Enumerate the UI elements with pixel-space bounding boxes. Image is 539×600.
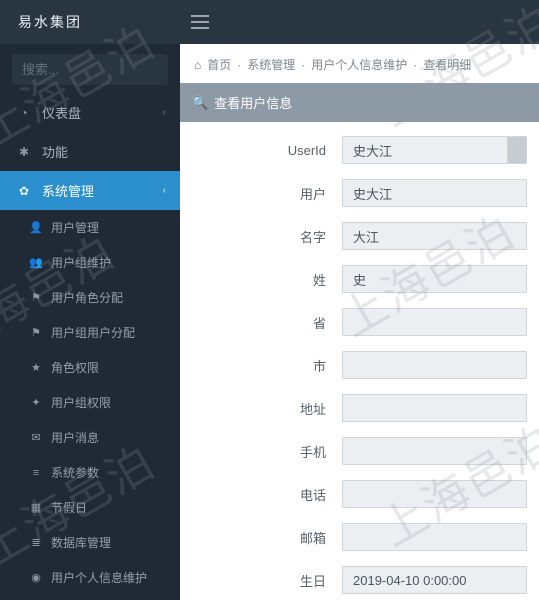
flag-icon: ⚑ (28, 291, 44, 304)
envelope-icon: ✉ (28, 431, 44, 444)
sidebar-sub-group-user[interactable]: ⚑ 用户组用户分配 (8, 315, 180, 350)
sidebar-item-label: 用户角色分配 (51, 289, 123, 306)
database-icon: ≣ (28, 536, 44, 549)
input-surname[interactable] (342, 265, 527, 293)
sidebar-item-label: 角色权限 (51, 359, 99, 376)
users-icon: 👥 (28, 256, 44, 269)
menu-toggle-icon[interactable] (180, 15, 220, 29)
shield-icon: ★ (28, 361, 44, 374)
label-address: 地址 (192, 399, 342, 418)
sidebar-item-label: 仪表盘 (42, 103, 81, 122)
sidebar-item-label: 用户组维护 (51, 254, 111, 271)
sidebar-sub-group-maint[interactable]: 👥 用户组维护 (8, 245, 180, 280)
sidebar-item-label: 节假日 (51, 499, 87, 516)
label-mobile: 手机 (192, 442, 342, 461)
sidebar-item-label: 用户组用户分配 (51, 324, 135, 341)
gear-icon: ✱ (14, 145, 34, 159)
sidebar-sub-group-perm[interactable]: ✦ 用户组权限 (8, 385, 180, 420)
sidebar-sub-sys-param[interactable]: ≡ 系统参数 (8, 455, 180, 490)
label-surname: 姓 (192, 270, 342, 289)
sidebar-item-label: 用户组权限 (51, 394, 111, 411)
input-address[interactable] (342, 394, 527, 422)
user-icon: 👤 (28, 221, 44, 234)
input-birthday[interactable] (342, 566, 527, 594)
label-email: 邮箱 (192, 528, 342, 547)
home-icon: ⌂ (194, 58, 201, 72)
flag-icon: ⚑ (28, 326, 44, 339)
sidebar-item-features[interactable]: ✱ 功能 (0, 132, 180, 171)
sidebar-sub-help[interactable]: ?帮助 (8, 595, 180, 600)
panel-header: 🔍 查看用户信息 (180, 83, 539, 122)
sidebar-item-label: 功能 (42, 142, 68, 161)
label-user: 用户 (192, 184, 342, 203)
input-mobile[interactable] (342, 437, 527, 465)
input-province[interactable] (342, 308, 527, 336)
sidebar-item-dashboard[interactable]: ◔ 仪表盘 ‹ (0, 93, 180, 132)
sidebar-item-label: 系统参数 (51, 464, 99, 481)
breadcrumb-link[interactable]: 系统管理 (247, 56, 295, 73)
breadcrumb-link[interactable]: 用户个人信息维护 (311, 56, 407, 73)
sidebar-sub-role-assign[interactable]: ⚑ 用户角色分配 (8, 280, 180, 315)
panel-title: 查看用户信息 (214, 93, 292, 112)
sidebar-item-label: 用户管理 (51, 219, 99, 236)
sidebar-item-label: 用户消息 (51, 429, 99, 446)
sidebar-sub-role-perm[interactable]: ★ 角色权限 (8, 350, 180, 385)
sidebar-sub-user-msg[interactable]: ✉ 用户消息 (8, 420, 180, 455)
sidebar-item-label: 系统管理 (42, 181, 94, 200)
brand-title: 易水集团 (0, 12, 180, 32)
label-city: 市 (192, 356, 342, 375)
cogs-icon: ✿ (14, 184, 34, 198)
calendar-icon: ▦ (28, 501, 44, 514)
label-userid: UserId (192, 143, 342, 158)
input-tel[interactable] (342, 480, 527, 508)
profile-icon: ◉ (28, 571, 44, 584)
input-userid[interactable] (342, 136, 527, 164)
dashboard-icon: ◔ (14, 106, 34, 120)
chevron-left-icon: ‹ (163, 185, 166, 196)
input-city[interactable] (342, 351, 527, 379)
label-givenname: 名字 (192, 227, 342, 246)
sliders-icon: ≡ (28, 467, 44, 479)
label-province: 省 (192, 313, 342, 332)
breadcrumb-link[interactable]: 首页 (207, 56, 231, 73)
label-birthday: 生日 (192, 571, 342, 590)
search-icon: 🔍 (192, 95, 208, 111)
breadcrumb-current: 查看明细 (423, 56, 471, 73)
key-icon: ✦ (28, 396, 44, 409)
sidebar-sub-holiday[interactable]: ▦ 节假日 (8, 490, 180, 525)
sidebar-item-system[interactable]: ✿ 系统管理 ‹ (0, 171, 180, 210)
sidebar: ◔ 仪表盘 ‹ ✱ 功能 ✿ 系统管理 ‹ 👤 用户管理 👥 用户组维护 ⚑ 用户角色… (0, 44, 180, 600)
input-user[interactable] (342, 179, 527, 207)
sidebar-item-label: 用户个人信息维护 (51, 569, 147, 586)
input-email[interactable] (342, 523, 527, 551)
dropdown-button[interactable] (507, 136, 527, 164)
sidebar-sub-db-mgmt[interactable]: ≣ 数据库管理 (8, 525, 180, 560)
input-givenname[interactable] (342, 222, 527, 250)
sidebar-sub-user-profile[interactable]: ◉ 用户个人信息维护 (8, 560, 180, 595)
breadcrumb: ⌂ 首页· 系统管理· 用户个人信息维护· 查看明细 (180, 44, 539, 83)
label-tel: 电话 (192, 485, 342, 504)
sidebar-sub-user-mgmt[interactable]: 👤 用户管理 (8, 210, 180, 245)
search-input[interactable] (12, 54, 168, 85)
chevron-left-icon: ‹ (163, 107, 166, 118)
sidebar-item-label: 数据库管理 (51, 534, 111, 551)
